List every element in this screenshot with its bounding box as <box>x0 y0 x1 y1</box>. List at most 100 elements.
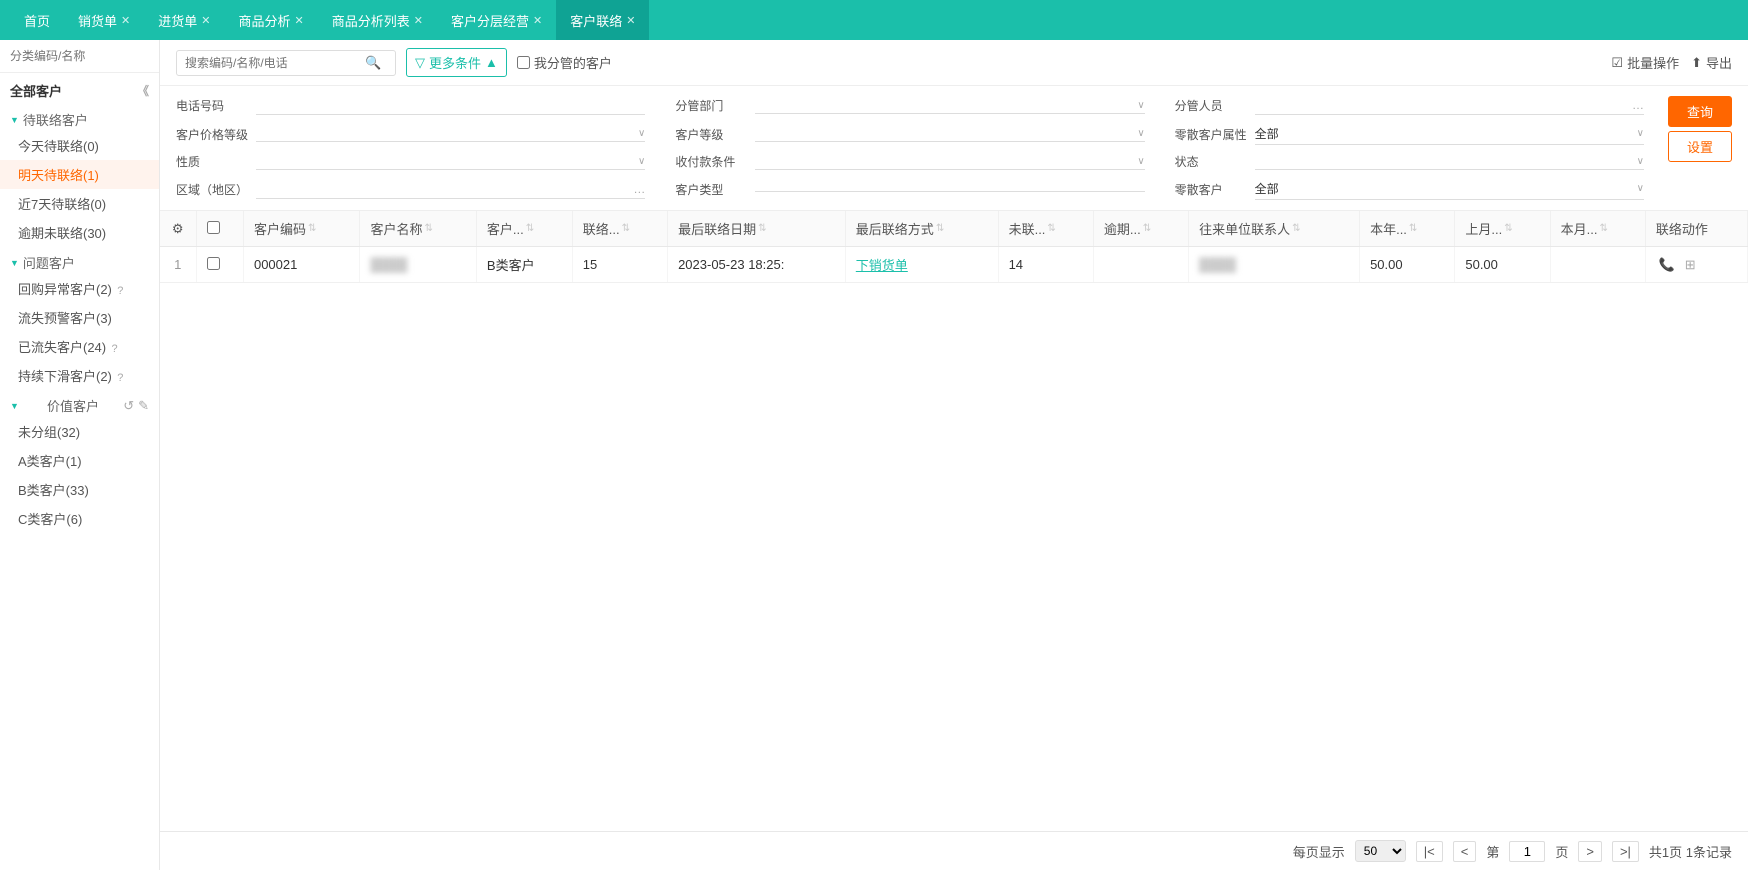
th-customer-type[interactable]: 客户... ⇅ <box>476 211 572 247</box>
group-problem-customers[interactable]: 问题客户 <box>0 247 159 274</box>
sidebar-item-repurchase-abnormal[interactable]: 回购异常客户(2) ? <box>0 274 159 303</box>
collapse-icon[interactable]: 《 <box>137 82 149 99</box>
phone-icon[interactable]: 📞 <box>1659 257 1675 272</box>
th-settings[interactable]: ⚙ <box>160 211 196 247</box>
th-last-contact-method[interactable]: 最后联络方式 ⇅ <box>845 211 998 247</box>
td-customer-code: 000021 <box>243 247 359 283</box>
query-button[interactable]: 查询 <box>1668 96 1732 127</box>
sidebar-item-a-customers[interactable]: A类客户(1) <box>0 446 159 475</box>
th-last-month[interactable]: 上月... ⇅ <box>1455 211 1550 247</box>
region-select[interactable]: … <box>256 180 645 199</box>
sidebar-item-overdue-contact[interactable]: 逾期未联络(30) <box>0 218 159 247</box>
nav-product-analysis-list[interactable]: 商品分析列表 ✕ <box>318 0 437 40</box>
retail-attr-select[interactable]: 全部 ∨ <box>1255 123 1644 145</box>
batch-operations-button[interactable]: ☑ 批量操作 <box>1611 53 1679 72</box>
sort-icon: ⇅ <box>1292 223 1300 234</box>
close-icon[interactable]: ✕ <box>533 14 542 27</box>
customer-type-select[interactable] <box>755 187 1144 192</box>
set-button[interactable]: 设置 <box>1668 131 1732 162</box>
th-checkbox[interactable] <box>196 211 243 247</box>
th-overdue[interactable]: 逾期... ⇅ <box>1093 211 1188 247</box>
person-select[interactable]: … <box>1255 96 1644 115</box>
refresh-icon[interactable]: ↺ <box>123 398 134 414</box>
close-icon[interactable]: ✕ <box>295 14 304 27</box>
sidebar-search-input[interactable] <box>10 49 160 63</box>
edit-icon[interactable]: ✎ <box>138 398 149 414</box>
nav-home[interactable]: 首页 <box>10 0 64 40</box>
close-icon[interactable]: ✕ <box>121 14 130 27</box>
retail-customer-select[interactable]: 全部 ∨ <box>1255 178 1644 200</box>
row-checkbox[interactable] <box>207 257 220 270</box>
more-filter-button[interactable]: ▽ 更多条件 ▲ <box>406 48 507 77</box>
export-button[interactable]: ⬆ 导出 <box>1691 53 1732 72</box>
close-icon[interactable]: ✕ <box>201 14 210 27</box>
td-this-month <box>1550 247 1645 283</box>
chevron-down-icon: ∨ <box>1637 128 1644 139</box>
dept-select[interactable]: ∨ <box>755 98 1144 114</box>
search-input[interactable] <box>185 56 365 70</box>
first-page-button[interactable]: |< <box>1416 841 1443 862</box>
th-this-year[interactable]: 本年... ⇅ <box>1360 211 1455 247</box>
sort-icon: ⇅ <box>936 223 944 234</box>
main-content: 🔍 ▽ 更多条件 ▲ 我分管的客户 ☑ 批量操作 ⬆ 导出 <box>160 40 1748 870</box>
nav-customer-layering[interactable]: 客户分层经营 ✕ <box>437 0 556 40</box>
sidebar-item-7days-contact[interactable]: 近7天待联络(0) <box>0 189 159 218</box>
toolbar: 🔍 ▽ 更多条件 ▲ 我分管的客户 ☑ 批量操作 ⬆ 导出 <box>160 40 1748 86</box>
customer-table: ⚙ 客户编码 ⇅ 客户名称 ⇅ <box>160 211 1748 283</box>
close-icon[interactable]: ✕ <box>414 14 423 27</box>
chevron-down-icon: ∨ <box>638 128 645 139</box>
td-checkbox[interactable] <box>196 247 243 283</box>
th-contact-person[interactable]: 往来单位联系人 ⇅ <box>1189 211 1360 247</box>
td-last-contact-method[interactable]: 下销货单 <box>845 247 998 283</box>
ellipsis-icon[interactable]: … <box>1632 98 1644 112</box>
page-input[interactable] <box>1509 841 1545 862</box>
th-contact-count[interactable]: 联络... ⇅ <box>572 211 667 247</box>
nav-sales-order[interactable]: 销货单 ✕ <box>64 0 144 40</box>
customer-level-select[interactable]: ∨ <box>755 126 1144 142</box>
sidebar-item-declining[interactable]: 持续下滑客户(2) ? <box>0 361 159 390</box>
payment-select[interactable]: ∨ <box>755 154 1144 170</box>
sidebar-item-b-customers[interactable]: B类客户(33) <box>0 475 159 504</box>
sidebar-item-tomorrow-contact[interactable]: 明天待联络(1) <box>0 160 159 189</box>
nav-purchase-order[interactable]: 进货单 ✕ <box>144 0 224 40</box>
grid-icon[interactable]: ⊞ <box>1685 257 1696 272</box>
chevron-down-icon: ∨ <box>1137 100 1144 111</box>
sort-icon: ⇅ <box>1599 223 1607 234</box>
th-last-contact-date[interactable]: 最后联络日期 ⇅ <box>668 211 846 247</box>
th-customer-code[interactable]: 客户编码 ⇅ <box>243 211 359 247</box>
prev-page-button[interactable]: < <box>1453 841 1477 862</box>
td-last-month: 50.00 <box>1455 247 1550 283</box>
sidebar-item-churned[interactable]: 已流失客户(24) ? <box>0 332 159 361</box>
sort-icon: ⇅ <box>526 223 534 234</box>
close-icon[interactable]: ✕ <box>626 14 635 27</box>
customer-value-select[interactable]: ∨ <box>256 126 645 142</box>
th-customer-name[interactable]: 客户名称 ⇅ <box>360 211 476 247</box>
sidebar-item-ungrouped[interactable]: 未分组(32) <box>0 417 159 446</box>
nature-select[interactable]: ∨ <box>256 154 645 170</box>
ellipsis-icon[interactable]: … <box>633 182 645 196</box>
all-customers-header[interactable]: 全部客户 《 <box>0 73 159 104</box>
td-contact-count: 15 <box>572 247 667 283</box>
per-page-select[interactable]: 50 100 200 <box>1355 840 1406 862</box>
nav-product-analysis[interactable]: 商品分析 ✕ <box>224 0 317 40</box>
th-this-month[interactable]: 本月... ⇅ <box>1550 211 1645 247</box>
th-not-contacted[interactable]: 未联... ⇅ <box>998 211 1093 247</box>
filter-panel: 电话号码 分管部门 ∨ 分管人员 <box>160 86 1748 211</box>
search-icon[interactable]: 🔍 <box>365 55 381 71</box>
filter-customer-type: 客户类型 <box>675 181 1144 198</box>
sidebar-item-c-customers[interactable]: C类客户(6) <box>0 504 159 533</box>
phone-input[interactable] <box>256 96 645 115</box>
my-customers-checkbox-label[interactable]: 我分管的客户 <box>517 53 612 72</box>
sidebar-item-churn-warning[interactable]: 流失预警客户(3) <box>0 303 159 332</box>
sidebar-item-today-contact[interactable]: 今天待联络(0) <box>0 131 159 160</box>
table-row: 1 000021 ████ B类客户 15 2023-05-23 18:25: … <box>160 247 1748 283</box>
next-page-button[interactable]: > <box>1578 841 1602 862</box>
select-all-checkbox[interactable] <box>207 221 220 234</box>
nav-customer-contact[interactable]: 客户联络 ✕ <box>556 0 649 40</box>
td-contact-action: 📞 ⊞ <box>1645 247 1747 283</box>
status-select[interactable]: ∨ <box>1255 154 1644 170</box>
my-customers-checkbox[interactable] <box>517 56 530 69</box>
group-pending-contact[interactable]: 待联络客户 <box>0 104 159 131</box>
last-page-button[interactable]: >| <box>1612 841 1639 862</box>
filter-person: 分管人员 … <box>1175 96 1644 115</box>
